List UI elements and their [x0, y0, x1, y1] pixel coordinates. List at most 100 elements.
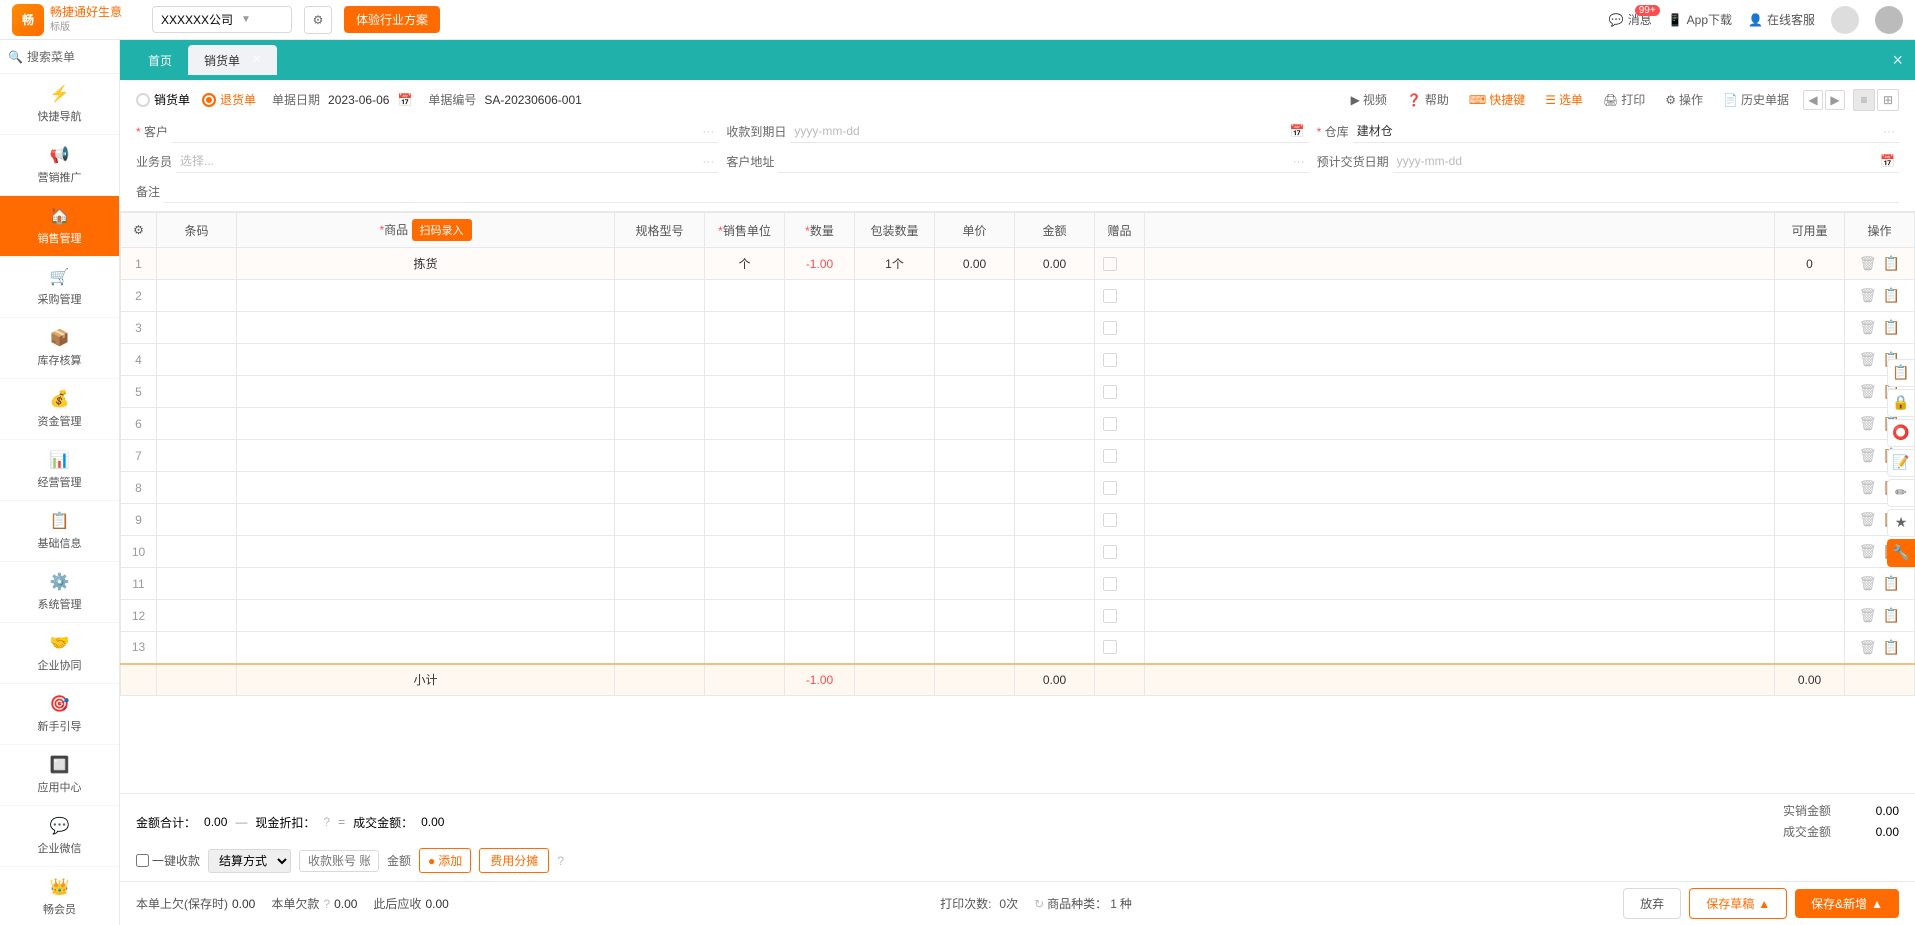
- settings-icon[interactable]: ⚙: [304, 6, 332, 34]
- warehouse-input[interactable]: 建材仓 ···: [1353, 119, 1899, 143]
- cell-price-9[interactable]: [935, 504, 1015, 536]
- sidebar-item-app-center[interactable]: 🔲 应用中心: [0, 745, 119, 806]
- cell-gift-10[interactable]: [1095, 536, 1145, 568]
- cell-qty-3[interactable]: [785, 312, 855, 344]
- cell-spec-6[interactable]: [615, 408, 705, 440]
- cell-spec-10[interactable]: [615, 536, 705, 568]
- calendar-icon[interactable]: 📅: [397, 93, 412, 107]
- cell-spec-4[interactable]: [615, 344, 705, 376]
- cell-unit-12[interactable]: [705, 600, 785, 632]
- tab-home[interactable]: 首页: [132, 46, 188, 75]
- cell-barcode-2[interactable]: [157, 280, 237, 312]
- cell-qty-13[interactable]: [785, 632, 855, 664]
- close-all-icon[interactable]: ×: [1892, 50, 1903, 71]
- float-btn-4[interactable]: 📝: [1887, 449, 1915, 477]
- copy-icon-13[interactable]: 📋: [1883, 639, 1900, 656]
- cell-remark-13[interactable]: [1145, 632, 1775, 664]
- shortcut-button[interactable]: ⌨ 快捷键: [1463, 88, 1531, 111]
- expense-button[interactable]: 费用分摊: [479, 848, 549, 873]
- cell-gift-7[interactable]: [1095, 440, 1145, 472]
- cell-pkg-qty-5[interactable]: [855, 376, 935, 408]
- cell-qty-11[interactable]: [785, 568, 855, 600]
- cell-gift-12[interactable]: [1095, 600, 1145, 632]
- sidebar-item-purchase-mgmt[interactable]: 🛒 采购管理: [0, 257, 119, 318]
- cell-spec-3[interactable]: [615, 312, 705, 344]
- cell-pkg-qty-9[interactable]: [855, 504, 935, 536]
- cell-unit-7[interactable]: [705, 440, 785, 472]
- cell-barcode-9[interactable]: [157, 504, 237, 536]
- cell-price-10[interactable]: [935, 536, 1015, 568]
- sidebar-search[interactable]: 🔍 搜索菜单: [0, 40, 119, 74]
- question-icon[interactable]: ?: [323, 815, 330, 829]
- cell-amount-6[interactable]: [1015, 408, 1095, 440]
- cell-barcode-12[interactable]: [157, 600, 237, 632]
- cell-amount-7[interactable]: [1015, 440, 1095, 472]
- cell-spec-8[interactable]: [615, 472, 705, 504]
- float-btn-2[interactable]: 🔒: [1887, 389, 1915, 417]
- next-arrow[interactable]: ▶: [1825, 90, 1845, 110]
- cell-pkg-qty-7[interactable]: [855, 440, 935, 472]
- salesperson-input[interactable]: 选择... ···: [176, 149, 718, 173]
- cell-qty-7[interactable]: [785, 440, 855, 472]
- cell-amount-3[interactable]: [1015, 312, 1095, 344]
- avatar[interactable]: [1831, 6, 1859, 34]
- print-button[interactable]: 🖨 打印: [1597, 88, 1651, 111]
- cell-pkg-qty-11[interactable]: [855, 568, 935, 600]
- cell-qty-9[interactable]: [785, 504, 855, 536]
- cell-remark-5[interactable]: [1145, 376, 1775, 408]
- tab-close-icon[interactable]: ×: [252, 51, 261, 69]
- delete-icon-13[interactable]: 🗑: [1859, 639, 1877, 656]
- cell-spec-7[interactable]: [615, 440, 705, 472]
- cell-spec-11[interactable]: [615, 568, 705, 600]
- cell-remark-6[interactable]: [1145, 408, 1775, 440]
- cell-qty-1[interactable]: -1.00: [785, 248, 855, 280]
- operation-button[interactable]: ⚙ 操作: [1659, 88, 1709, 111]
- cell-unit-13[interactable]: [705, 632, 785, 664]
- sidebar-item-inventory[interactable]: 📦 库存核算: [0, 318, 119, 379]
- cell-remark-7[interactable]: [1145, 440, 1775, 472]
- select-order-button[interactable]: ☰ 选单: [1539, 88, 1589, 111]
- copy-icon-3[interactable]: 📋: [1883, 319, 1900, 336]
- customer-address-input[interactable]: ···: [778, 149, 1308, 173]
- cell-barcode-13[interactable]: [157, 632, 237, 664]
- float-btn-7[interactable]: 🔧: [1887, 539, 1915, 567]
- sidebar-item-member[interactable]: 👑 畅会员: [0, 867, 119, 925]
- delete-icon-6[interactable]: 🗑: [1859, 415, 1877, 432]
- company-selector[interactable]: XXXXXX公司 ▼: [152, 6, 292, 33]
- cell-qty-12[interactable]: [785, 600, 855, 632]
- cell-pkg-qty-8[interactable]: [855, 472, 935, 504]
- cell-unit-11[interactable]: [705, 568, 785, 600]
- prev-arrow[interactable]: ◀: [1803, 90, 1823, 110]
- payment-account-input[interactable]: [299, 850, 379, 872]
- cell-gift-4[interactable]: [1095, 344, 1145, 376]
- due-date-input[interactable]: yyyy-mm-dd 📅: [790, 119, 1308, 143]
- delete-icon-1[interactable]: 🗑: [1859, 255, 1877, 272]
- cell-barcode-5[interactable]: [157, 376, 237, 408]
- cell-remark-1[interactable]: [1145, 248, 1775, 280]
- save-draft-button[interactable]: 保存草稿 ▲: [1689, 888, 1787, 919]
- sidebar-item-guide[interactable]: 🎯 新手引导: [0, 684, 119, 745]
- cell-amount-1[interactable]: 0.00: [1015, 248, 1095, 280]
- cell-amount-5[interactable]: [1015, 376, 1095, 408]
- cell-barcode-1[interactable]: [157, 248, 237, 280]
- copy-icon-2[interactable]: 📋: [1883, 287, 1900, 304]
- delete-icon-9[interactable]: 🗑: [1859, 511, 1877, 528]
- cell-product-6[interactable]: [237, 408, 615, 440]
- cell-gift-1[interactable]: [1095, 248, 1145, 280]
- cell-remark-2[interactable]: [1145, 280, 1775, 312]
- scan-button[interactable]: 扫码录入: [412, 219, 472, 241]
- this-order-owed-icon[interactable]: ?: [323, 897, 330, 911]
- cell-qty-5[interactable]: [785, 376, 855, 408]
- cell-spec-13[interactable]: [615, 632, 705, 664]
- cell-amount-12[interactable]: [1015, 600, 1095, 632]
- message-button[interactable]: 💬 消息 99+: [1609, 11, 1652, 28]
- cell-price-5[interactable]: [935, 376, 1015, 408]
- cell-gift-6[interactable]: [1095, 408, 1145, 440]
- expected-delivery-calendar-icon[interactable]: 📅: [1880, 154, 1895, 168]
- cell-price-11[interactable]: [935, 568, 1015, 600]
- float-btn-1[interactable]: 📋: [1887, 359, 1915, 387]
- cell-product-13[interactable]: [237, 632, 615, 664]
- list-view-button[interactable]: ≡: [1853, 89, 1875, 111]
- cell-qty-10[interactable]: [785, 536, 855, 568]
- cell-qty-8[interactable]: [785, 472, 855, 504]
